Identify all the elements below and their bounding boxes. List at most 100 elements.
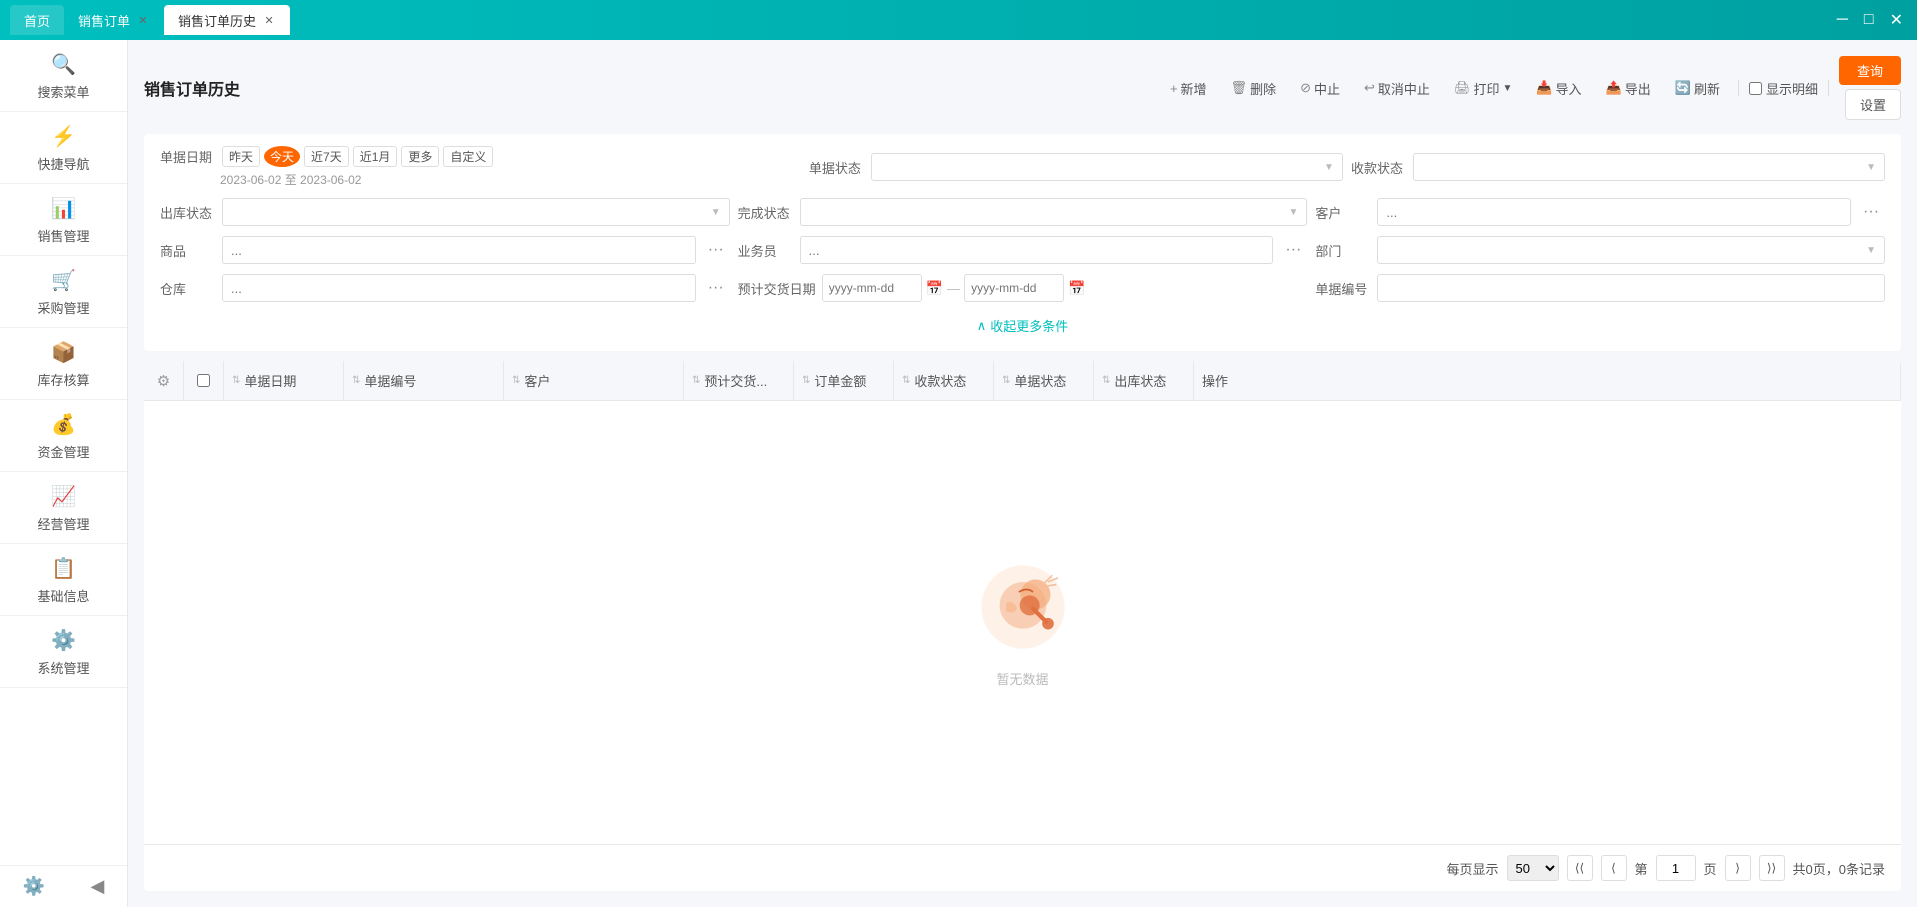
customer-input[interactable] xyxy=(1377,198,1851,226)
th-receipt: ⇅ 收款状态 xyxy=(894,361,994,400)
cancel-stop-button[interactable]: ↩ 取消中止 xyxy=(1356,75,1438,102)
goods-ellipsis[interactable]: ··· xyxy=(702,241,730,259)
next-page-btn[interactable]: ⟩ xyxy=(1725,855,1751,881)
dq-today[interactable]: 今天 xyxy=(264,146,300,167)
sort-receipt-icon[interactable]: ⇅ xyxy=(902,375,910,386)
th-customer-label: 客户 xyxy=(524,371,550,390)
th-receipt-label: 收款状态 xyxy=(914,371,966,390)
pagination-bar: 每页显示 50 10 20 100 ⟨⟨ ⟨ 第 页 ⟩ ⟩⟩ 共0页，0条记录 xyxy=(144,844,1901,891)
receipt-status-select[interactable]: ▼ xyxy=(1413,153,1885,181)
import-icon: 📥 xyxy=(1536,80,1552,96)
window-maximize-icon[interactable]: □ xyxy=(1860,7,1878,33)
content-area: 销售订单历史 + 新增 🗑 删除 ⊘ 中止 ↩ 取消中止 xyxy=(128,40,1917,907)
sidebar-item-finance-mgmt[interactable]: 💰 资金管理 xyxy=(0,400,127,472)
warehouse-input[interactable] xyxy=(222,274,696,302)
sidebar-item-purchase-mgmt[interactable]: 🛒 采购管理 xyxy=(0,256,127,328)
dq-yesterday[interactable]: 昨天 xyxy=(222,146,260,167)
warehouse-label: 仓库 xyxy=(160,279,216,298)
sidebar-item-search-menu[interactable]: 🔍 搜索菜单 xyxy=(0,40,127,112)
bill-status-select[interactable]: ▼ xyxy=(871,153,1343,181)
tab-sales-order[interactable]: 销售订单 ✕ xyxy=(64,5,164,35)
filter-dept-item: 部门 ▼ xyxy=(1315,236,1885,264)
tab-home-label: 首页 xyxy=(24,11,50,30)
new-label: 新增 xyxy=(1181,79,1207,98)
calendar-to-icon[interactable]: 📅 xyxy=(1068,280,1085,297)
filter-panel: 单据日期 昨天 今天 近7天 近1月 更多 自定义 2023-06-02 至 2… xyxy=(144,134,1901,351)
sidebar-item-quick-nav[interactable]: ⚡ 快捷导航 xyxy=(0,112,127,184)
window-minimize-icon[interactable]: ─ xyxy=(1833,7,1852,33)
th-amount: ⇅ 订单金额 xyxy=(794,361,894,400)
dq-1month[interactable]: 近1月 xyxy=(353,146,398,167)
expected-date-from[interactable] xyxy=(822,274,922,302)
sidebar-item-operations-mgmt[interactable]: 📈 经营管理 xyxy=(0,472,127,544)
sidebar-item-sales-mgmt[interactable]: 📊 销售管理 xyxy=(0,184,127,256)
calendar-from-icon[interactable]: 📅 xyxy=(926,280,943,297)
prev-page-btn[interactable]: ⟨ xyxy=(1601,855,1627,881)
first-page-btn[interactable]: ⟨⟨ xyxy=(1567,855,1593,881)
export-button[interactable]: 📤 导出 xyxy=(1598,75,1659,102)
select-all-checkbox[interactable] xyxy=(197,374,210,387)
filter-receipt-status-item: 收款状态 ▼ xyxy=(1351,153,1885,181)
filter-row-2: 出库状态 ▼ 完成状态 ▼ 客户 ··· xyxy=(160,198,1885,226)
table-settings-icon[interactable]: ⚙ xyxy=(157,372,170,390)
th-date: ⇅ 单据日期 xyxy=(224,361,344,400)
show-detail-checkbox[interactable] xyxy=(1749,82,1762,95)
delete-button[interactable]: 🗑 删除 xyxy=(1223,75,1285,102)
sort-customer-icon[interactable]: ⇅ xyxy=(512,375,520,386)
date-range-display: 2023-06-02 至 2023-06-02 xyxy=(220,171,361,188)
refresh-icon: 🔄 xyxy=(1675,80,1691,96)
dq-7days[interactable]: 近7天 xyxy=(304,146,349,167)
collapse-more-btn[interactable]: ∧ 收起更多条件 xyxy=(160,312,1885,339)
receipt-status-dropdown-icon: ▼ xyxy=(1866,162,1876,173)
tab-sales-order-history[interactable]: 销售订单历史 ✕ xyxy=(164,5,290,35)
goods-input[interactable] xyxy=(222,236,696,264)
customer-ellipsis[interactable]: ··· xyxy=(1857,203,1885,221)
current-page-input[interactable] xyxy=(1656,855,1696,881)
th-customer: ⇅ 客户 xyxy=(504,361,684,400)
new-button[interactable]: + 新增 xyxy=(1162,75,1215,102)
refresh-button[interactable]: 🔄 刷新 xyxy=(1667,75,1728,102)
sort-amount-icon[interactable]: ⇅ xyxy=(802,375,810,386)
print-button[interactable]: 🖨 打印 ▼ xyxy=(1446,75,1520,102)
sort-date-icon[interactable]: ⇅ xyxy=(232,375,240,386)
sidebar-collapse-icon[interactable]: ◀ xyxy=(90,876,104,897)
sort-delivery-icon[interactable]: ⇅ xyxy=(692,375,700,386)
salesman-ellipsis[interactable]: ··· xyxy=(1279,241,1307,259)
collapse-up-icon: ∧ xyxy=(977,318,987,334)
complete-status-select[interactable]: ▼ xyxy=(800,198,1308,226)
sidebar-item-basic-info[interactable]: 📋 基础信息 xyxy=(0,544,127,616)
sidebar-settings-icon[interactable]: ⚙️ xyxy=(23,876,45,897)
dq-more[interactable]: 更多 xyxy=(401,146,439,167)
bill-no-input[interactable] xyxy=(1377,274,1885,302)
sidebar-item-inventory-calc[interactable]: 📦 库存核算 xyxy=(0,328,127,400)
dept-select[interactable]: ▼ xyxy=(1377,236,1885,264)
sort-outstatus-icon[interactable]: ⇅ xyxy=(1102,375,1110,386)
filter-row-1: 单据日期 昨天 今天 近7天 近1月 更多 自定义 2023-06-02 至 2… xyxy=(160,146,1885,188)
expected-date-to[interactable] xyxy=(964,274,1064,302)
sort-billno-icon[interactable]: ⇅ xyxy=(352,375,360,386)
salesman-input[interactable] xyxy=(800,236,1274,264)
import-button[interactable]: 📥 导入 xyxy=(1528,75,1589,102)
empty-text: 暂无数据 xyxy=(996,669,1048,688)
stop-button[interactable]: ⊘ 中止 xyxy=(1292,75,1348,102)
query-button[interactable]: 查询 xyxy=(1839,56,1901,85)
tab-sales-order-history-close[interactable]: ✕ xyxy=(262,13,276,27)
window-close-icon[interactable]: ✕ xyxy=(1886,6,1907,34)
dq-custom[interactable]: 自定义 xyxy=(443,146,493,167)
complete-status-dropdown-icon: ▼ xyxy=(1288,207,1298,218)
sidebar-item-sys-mgmt[interactable]: ⚙️ 系统管理 xyxy=(0,616,127,688)
main-layout: 🔍 搜索菜单 ⚡ 快捷导航 📊 销售管理 🛒 采购管理 📦 库存核算 💰 资金管… xyxy=(0,40,1917,907)
settings-button[interactable]: 设置 xyxy=(1845,89,1901,120)
last-page-btn[interactable]: ⟩⟩ xyxy=(1759,855,1785,881)
per-page-select[interactable]: 50 10 20 100 xyxy=(1507,855,1559,881)
warehouse-ellipsis[interactable]: ··· xyxy=(702,279,730,297)
cancel-stop-label: 取消中止 xyxy=(1378,79,1430,98)
th-delivery-label: 预计交货... xyxy=(704,371,767,390)
tab-home[interactable]: 首页 xyxy=(10,5,64,35)
sort-billstatus-icon[interactable]: ⇅ xyxy=(1002,375,1010,386)
bill-status-dropdown-icon: ▼ xyxy=(1324,162,1334,173)
filter-warehouse-item: 仓库 ··· xyxy=(160,274,730,302)
collapse-label: 收起更多条件 xyxy=(990,316,1068,335)
out-status-select[interactable]: ▼ xyxy=(222,198,730,226)
tab-sales-order-close[interactable]: ✕ xyxy=(136,13,150,27)
